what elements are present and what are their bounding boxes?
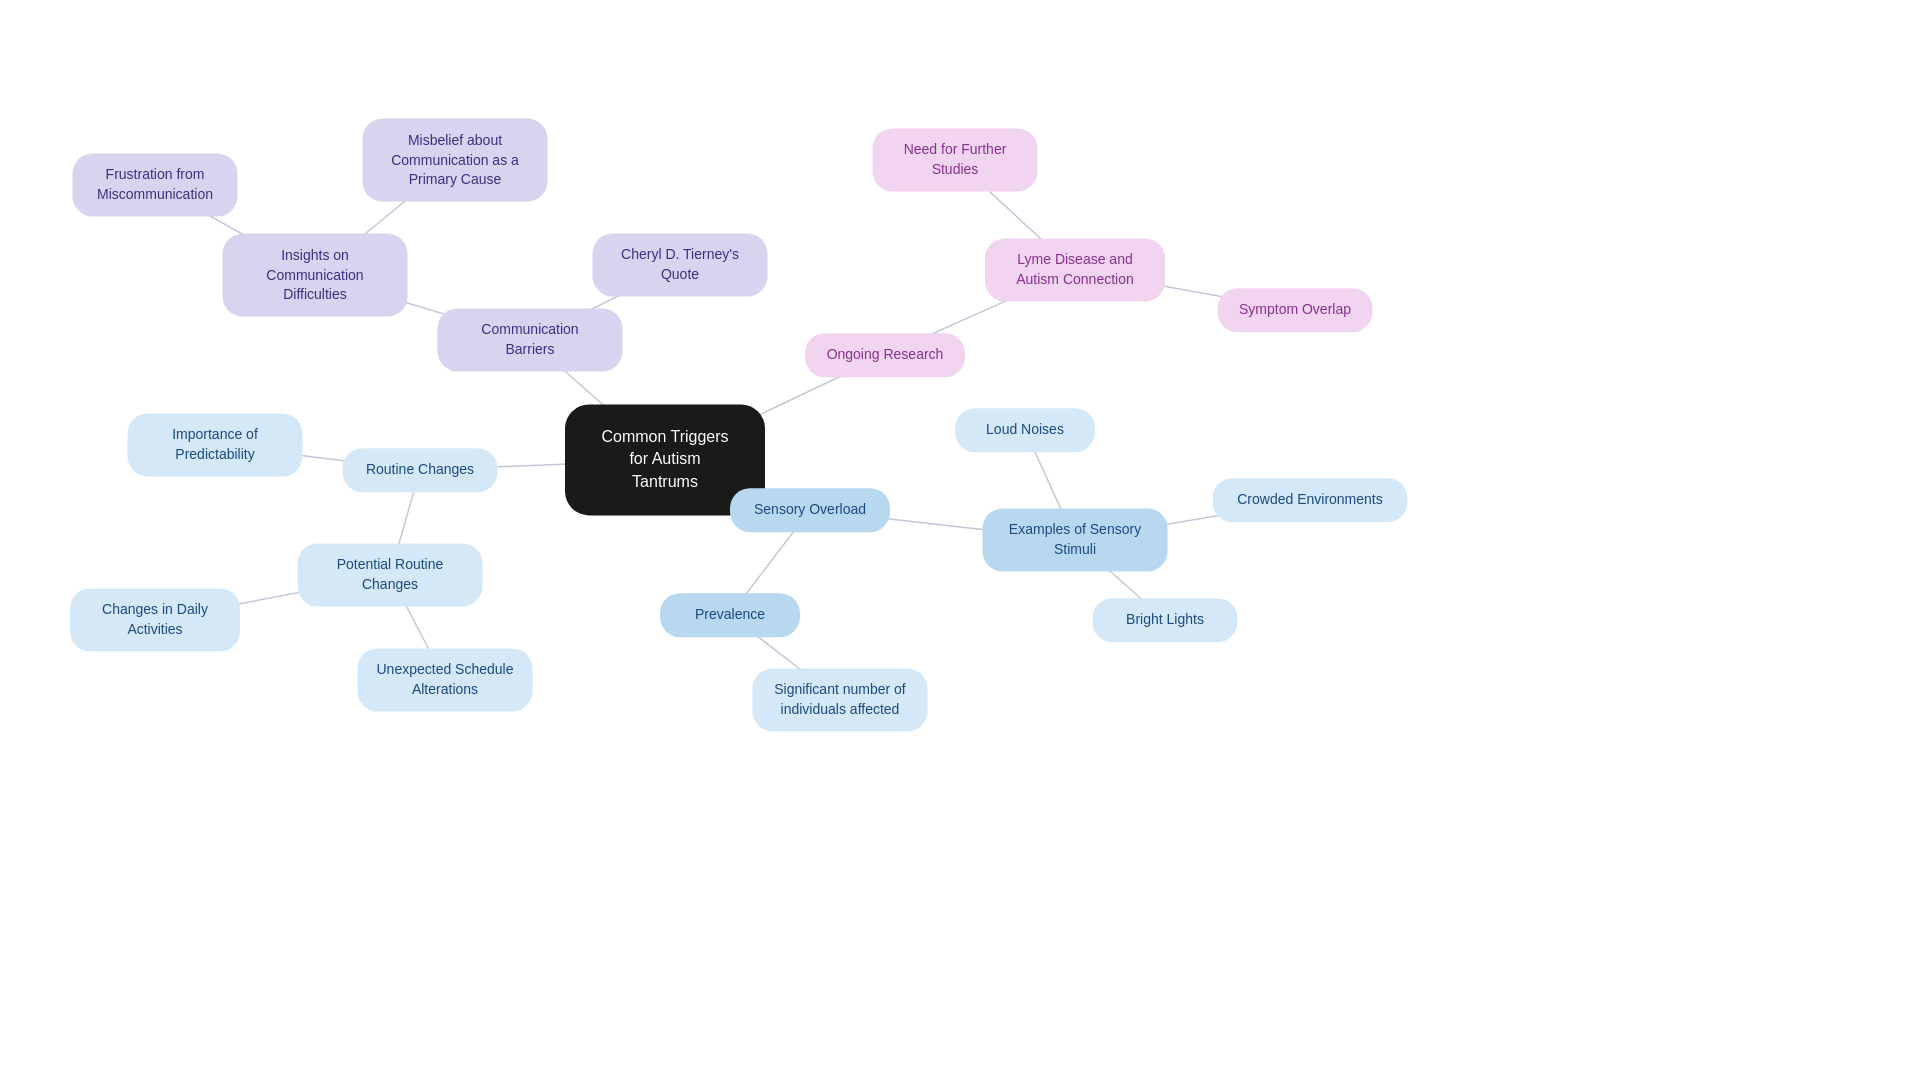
node-routineChanges: Routine Changes <box>343 448 498 492</box>
node-significantNum: Significant number of individuals affect… <box>753 668 928 731</box>
node-changesDaily: Changes in Daily Activities <box>70 588 240 651</box>
node-prevalence: Prevalence <box>660 593 800 637</box>
node-symptomOverlap: Symptom Overlap <box>1218 288 1373 332</box>
node-sensoryOverload: Sensory Overload <box>730 488 890 532</box>
node-needStudies: Need for Further Studies <box>873 128 1038 191</box>
node-ongoingResearch: Ongoing Research <box>805 333 965 377</box>
node-loudNoises: Loud Noises <box>955 408 1095 452</box>
node-misbelief: Misbelief about Communication as a Prima… <box>363 119 548 202</box>
node-frustrationMisc: Frustration from Miscommunication <box>73 153 238 216</box>
node-examplesSensory: Examples of Sensory Stimuli <box>983 508 1168 571</box>
node-cherylQuote: Cheryl D. Tierney's Quote <box>593 233 768 296</box>
node-insightsCommunication: Insights on Communication Difficulties <box>223 234 408 317</box>
node-crowdedEnv: Crowded Environments <box>1213 478 1408 522</box>
node-lymeDis: Lyme Disease and Autism Connection <box>985 238 1165 301</box>
node-communicationBarriers: Communication Barriers <box>438 308 623 371</box>
mind-map: Common Triggers for Autism TantrumsCommu… <box>0 0 1920 1083</box>
node-unexpectedSched: Unexpected Schedule Alterations <box>358 648 533 711</box>
node-brightLights: Bright Lights <box>1093 598 1238 642</box>
node-importancePred: Importance of Predictability <box>128 413 303 476</box>
node-potentialRoutine: Potential Routine Changes <box>298 543 483 606</box>
